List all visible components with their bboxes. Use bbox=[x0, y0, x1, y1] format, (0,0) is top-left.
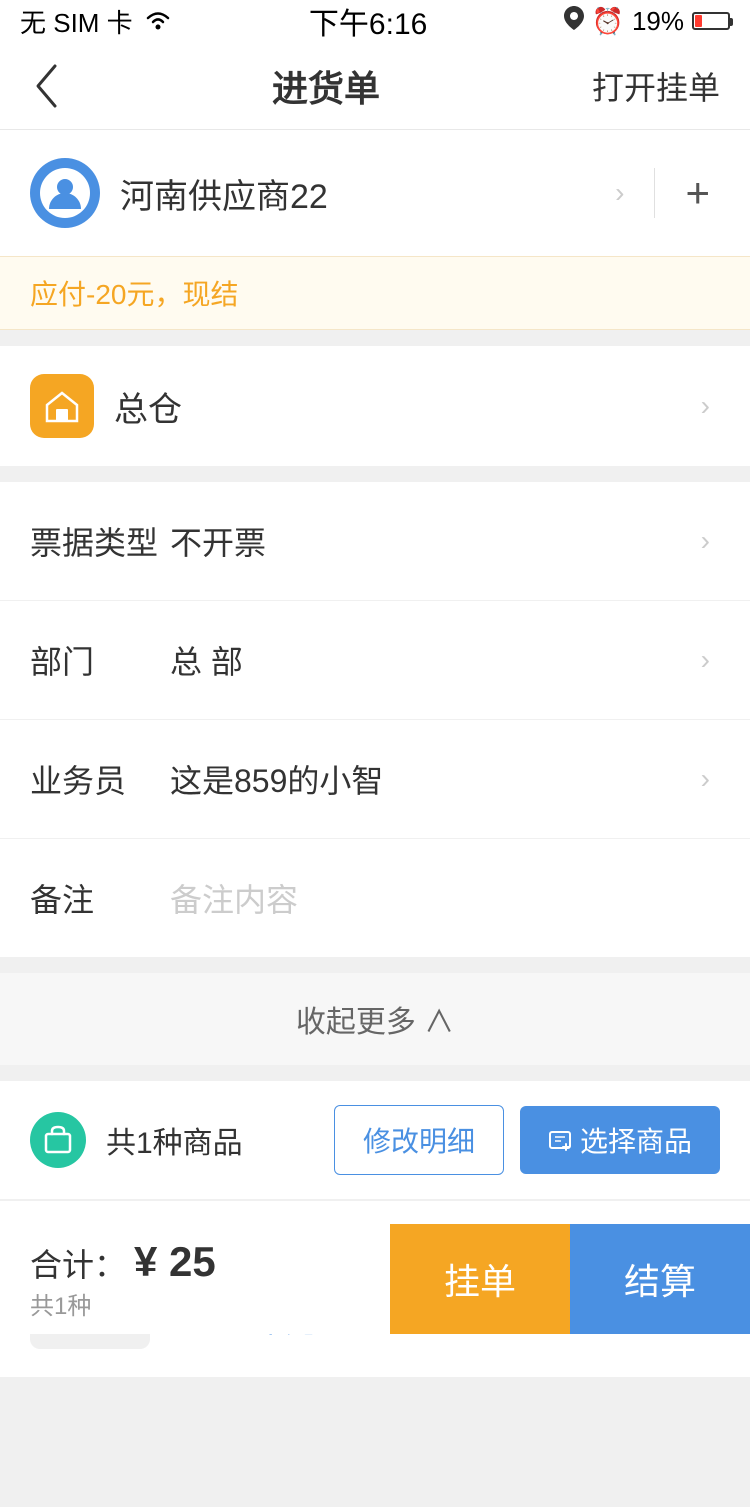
status-left: 无 SIM 卡 bbox=[20, 3, 173, 40]
total-amount: ¥ 25 bbox=[134, 1238, 216, 1286]
nav-bar: 进货单 打开挂单 bbox=[0, 42, 750, 130]
department-row[interactable]: 部门 总 部 › bbox=[0, 601, 750, 720]
supplier-name: 河南供应商22 bbox=[120, 169, 615, 218]
total-main: 合计： ¥ 25 bbox=[30, 1238, 360, 1286]
remark-row[interactable]: 备注 备注内容 bbox=[0, 839, 750, 957]
avatar-inner bbox=[40, 168, 90, 218]
add-supplier-button[interactable]: + bbox=[675, 169, 720, 217]
supplier-row[interactable]: 河南供应商22 › + bbox=[0, 130, 750, 256]
ticket-type-value: 不开票 bbox=[170, 518, 701, 564]
warehouse-chevron-icon: › bbox=[701, 390, 710, 422]
bottom-spacer bbox=[0, 1377, 750, 1507]
status-time: 下午6:16 bbox=[309, 0, 427, 43]
supplier-notice: 应付-20元，现结 bbox=[0, 256, 750, 330]
bottom-bar: 合计： ¥ 25 共1种 挂单 结算 bbox=[0, 1224, 750, 1334]
alarm-icon: ⏰ bbox=[592, 6, 624, 37]
total-sub: 共1种 bbox=[30, 1286, 360, 1321]
department-label: 部门 bbox=[30, 637, 170, 683]
supplier-avatar bbox=[30, 158, 100, 228]
carrier-text: 无 SIM 卡 bbox=[20, 3, 133, 40]
collapse-more-button[interactable]: 收起更多 ∧ bbox=[0, 973, 750, 1065]
back-button[interactable] bbox=[30, 62, 60, 110]
edit-detail-button[interactable]: 修改明细 bbox=[334, 1105, 504, 1175]
select-product-button[interactable]: 选择商品 bbox=[520, 1106, 720, 1174]
battery-icon bbox=[692, 12, 730, 30]
agent-label: 业务员 bbox=[30, 756, 170, 802]
status-bar: 无 SIM 卡 下午6:16 ⏰ 19% bbox=[0, 0, 750, 42]
supplier-divider bbox=[654, 168, 655, 218]
wifi-icon bbox=[143, 6, 173, 37]
agent-row[interactable]: 业务员 这是859的小智 › bbox=[0, 720, 750, 839]
product-icon bbox=[30, 1112, 86, 1168]
warehouse-name: 总仓 bbox=[114, 382, 701, 431]
remark-input[interactable]: 备注内容 bbox=[170, 875, 720, 921]
total-label: 合计： bbox=[30, 1240, 126, 1286]
agent-value: 这是859的小智 bbox=[170, 756, 701, 802]
ticket-type-label: 票据类型 bbox=[30, 518, 170, 564]
product-header: 共1种商品 修改明细 选择商品 bbox=[0, 1081, 750, 1199]
total-section: 合计： ¥ 25 共1种 bbox=[0, 1224, 390, 1334]
ticket-type-chevron-icon: › bbox=[701, 525, 710, 557]
open-hang-button[interactable]: 打开挂单 bbox=[592, 63, 720, 109]
form-section: 票据类型 不开票 › 部门 总 部 › 业务员 这是859的小智 › 备注 备注… bbox=[0, 482, 750, 957]
department-value: 总 部 bbox=[170, 637, 701, 683]
checkout-button[interactable]: 结算 bbox=[570, 1224, 750, 1334]
product-count-text: 共1种商品 bbox=[106, 1118, 334, 1162]
location-icon bbox=[564, 6, 584, 37]
warehouse-row[interactable]: 总仓 › bbox=[0, 346, 750, 466]
battery-percentage: 19% bbox=[632, 6, 684, 37]
supplier-chevron-icon: › bbox=[615, 177, 624, 209]
ticket-type-row[interactable]: 票据类型 不开票 › bbox=[0, 482, 750, 601]
warehouse-icon bbox=[30, 374, 94, 438]
agent-chevron-icon: › bbox=[701, 763, 710, 795]
status-right: ⏰ 19% bbox=[564, 6, 730, 37]
page-title: 进货单 bbox=[272, 60, 380, 112]
hang-button[interactable]: 挂单 bbox=[390, 1224, 570, 1334]
department-chevron-icon: › bbox=[701, 644, 710, 676]
remark-label: 备注 bbox=[30, 875, 170, 921]
supplier-section: 河南供应商22 › + 应付-20元，现结 bbox=[0, 130, 750, 330]
warehouse-section: 总仓 › bbox=[0, 346, 750, 466]
select-product-label: 选择商品 bbox=[580, 1120, 692, 1160]
